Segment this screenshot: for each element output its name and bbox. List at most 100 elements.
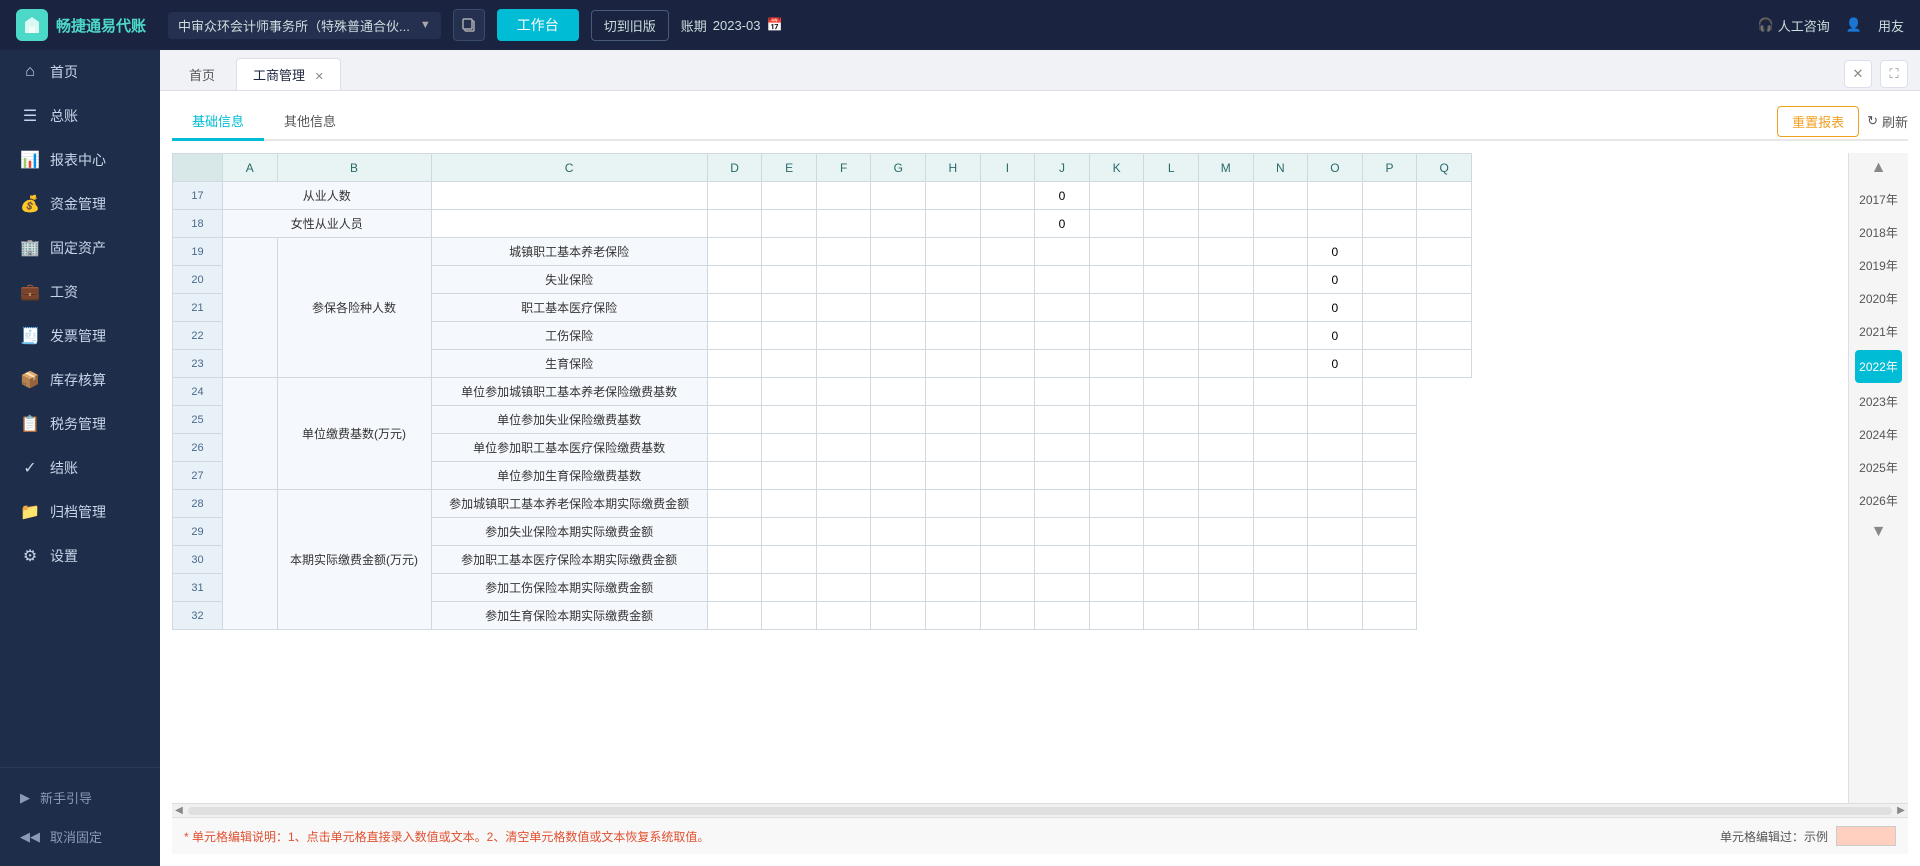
label-cell[interactable]: 单位参加城镇职工基本养老保险缴费基数 [431,378,707,406]
year-nav-down-button[interactable]: ▼ [1849,517,1908,547]
service-button[interactable]: 🎧 人工咨询 [1758,16,1830,35]
label-cell[interactable]: 参加工伤保险本期实际缴费金额 [431,574,707,602]
year-item[interactable]: 2021年 [1851,315,1906,348]
label-cell[interactable]: 生育保险 [431,350,707,378]
switch-version-button[interactable]: 切到旧版 [591,10,669,41]
sidebar-label-guide: 新手引导 [40,788,92,807]
label-cell[interactable]: 单位参加生育保险缴费基数 [431,462,707,490]
sidebar-item-payroll[interactable]: 💼 工资 [0,270,160,314]
sub-tab-other[interactable]: 其他信息 [264,103,356,141]
year-item[interactable]: 2026年 [1851,484,1906,517]
tab-industrial[interactable]: 工商管理 ✕ [236,58,341,90]
row-num: 24 [173,378,223,406]
label-cell[interactable]: 参保各险种人数 [277,238,431,378]
company-name: 中审众环会计师事务所（特殊普通合伙... [178,16,410,35]
label-cell[interactable] [223,238,278,378]
workbench-button[interactable]: 工作台 [497,9,579,41]
tabs-bar: 首页 工商管理 ✕ ✕ ⛶ [160,50,1920,91]
h-scroll-right-button[interactable]: ▶ [1894,804,1908,818]
label-cell[interactable] [223,378,278,490]
sheet-container: A B C D E F G H I J [172,153,1908,803]
col-header-a: A [223,154,278,182]
col-header-o: O [1308,154,1363,182]
year-item[interactable]: 2020年 [1851,282,1906,315]
col-header-q: Q [1417,154,1472,182]
table-row: 17 从业人数 0 [173,182,1472,210]
year-item[interactable]: 2022年 [1855,350,1902,383]
sample-cell [1836,826,1896,846]
sidebar-item-ledger[interactable]: ☰ 总账 [0,94,160,138]
label-cell[interactable]: 参加职工基本医疗保险本期实际缴费金额 [431,546,707,574]
label-cell[interactable]: 城镇职工基本养老保险 [431,238,707,266]
h-scroll-left-button[interactable]: ◀ [172,804,186,818]
h-scroll-bar: ◀ ▶ [172,803,1908,817]
label-cell[interactable]: 参加城镇职工基本养老保险本期实际缴费金额 [431,490,707,518]
bottom-right: 单元格编辑过：示例 [1720,826,1896,846]
sidebar-item-guide[interactable]: ▶ 新手引导 [0,778,160,817]
sidebar-item-finance[interactable]: 💰 资金管理 [0,182,160,226]
label-cell[interactable] [223,490,278,630]
sidebar-item-settings[interactable]: ⚙ 设置 [0,534,160,578]
tab-actions: ✕ ⛶ [1844,60,1908,88]
label-cell[interactable]: 失业保险 [431,266,707,294]
label-cell[interactable]: 参加失业保险本期实际缴费金额 [431,518,707,546]
sub-tab-actions: 重置报表 ↻ 刷新 [1777,106,1908,137]
row-num: 32 [173,602,223,630]
sidebar-label-home: 首页 [50,62,78,82]
row-num: 21 [173,294,223,322]
sidebar-item-tax[interactable]: 📋 税务管理 [0,402,160,446]
year-item[interactable]: 2018年 [1851,216,1906,249]
col-header-e: E [762,154,817,182]
row-num: 18 [173,210,223,238]
tab-close-window-button[interactable]: ✕ [1844,60,1872,88]
year-nav-up-button[interactable]: ▲ [1849,153,1908,183]
label-cell[interactable]: 从业人数 [223,182,432,210]
year-item[interactable]: 2017年 [1851,183,1906,216]
company-selector[interactable]: 中审众环会计师事务所（特殊普通合伙... ▼ [168,12,441,39]
label-cell[interactable]: 本期实际缴费金额(万元) [277,490,431,630]
sheet-main[interactable]: A B C D E F G H I J [172,153,1848,803]
label-cell[interactable]: 工伤保险 [431,322,707,350]
col-header-i: I [980,154,1035,182]
sidebar-item-assets[interactable]: 🏢 固定资产 [0,226,160,270]
sidebar-item-report[interactable]: 📊 报表中心 [0,138,160,182]
tab-home[interactable]: 首页 [172,58,232,90]
sidebar-item-inventory[interactable]: 📦 库存核算 [0,358,160,402]
label-cell[interactable]: 参加生育保险本期实际缴费金额 [431,602,707,630]
reset-report-button[interactable]: 重置报表 [1777,106,1859,137]
h-scroll-track[interactable] [188,807,1892,815]
sub-tab-basic[interactable]: 基础信息 [172,103,264,141]
sub-tab-basic-label: 基础信息 [192,114,244,129]
sidebar-item-invoice[interactable]: 🧾 发票管理 [0,314,160,358]
sidebar-label-closing: 结账 [50,458,78,478]
inventory-icon: 📦 [20,370,40,390]
tab-close-icon[interactable]: ✕ [315,71,324,83]
tab-home-label: 首页 [189,68,215,83]
label-cell[interactable]: 单位参加职工基本医疗保险缴费基数 [431,434,707,462]
closing-icon: ✓ [20,458,40,478]
tab-fullscreen-button[interactable]: ⛶ [1880,60,1908,88]
logo-icon [16,9,48,41]
label-cell[interactable]: 职工基本医疗保险 [431,294,707,322]
service-label: 人工咨询 [1778,16,1830,35]
year-item[interactable]: 2023年 [1851,385,1906,418]
sidebar-item-home[interactable]: ⌂ 首页 [0,50,160,94]
refresh-button[interactable]: ↻ 刷新 [1867,112,1908,131]
tax-icon: 📋 [20,414,40,434]
label-cell[interactable]: 单位缴费基数(万元) [277,378,431,490]
col-header-k: K [1089,154,1144,182]
label-cell[interactable]: 女性从业人员 [223,210,432,238]
sidebar-item-closing[interactable]: ✓ 结账 [0,446,160,490]
copy-button[interactable] [453,9,485,41]
sidebar-item-archive[interactable]: 📁 归档管理 [0,490,160,534]
year-item[interactable]: 2025年 [1851,451,1906,484]
calendar-icon[interactable]: 📅 [766,17,782,33]
sidebar-label-ledger: 总账 [50,106,78,126]
label-cell[interactable]: 单位参加失业保险缴费基数 [431,406,707,434]
col-header-l: L [1144,154,1199,182]
year-item[interactable]: 2024年 [1851,418,1906,451]
finance-icon: 💰 [20,194,40,214]
sidebar-item-unpin[interactable]: ◀◀ 取消固定 [0,817,160,856]
year-item[interactable]: 2019年 [1851,249,1906,282]
company-dropdown-arrow: ▼ [420,19,431,31]
